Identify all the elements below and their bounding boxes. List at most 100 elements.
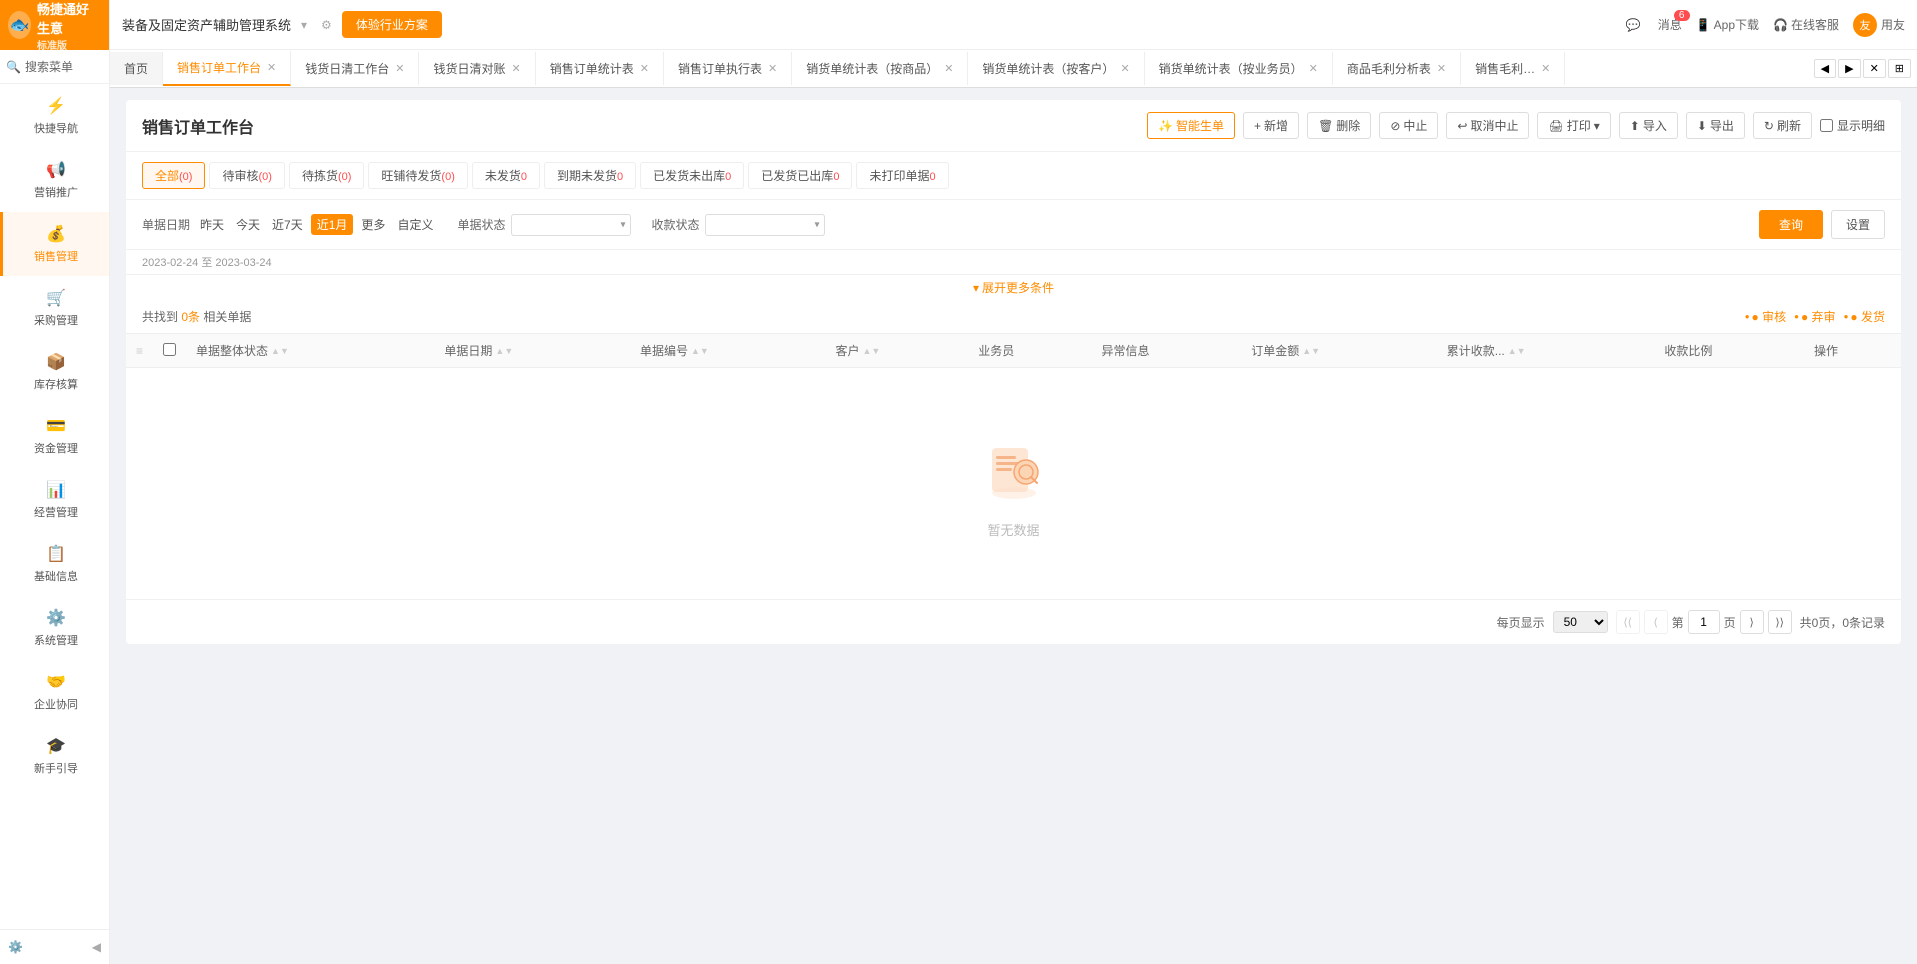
tab-sales-order-close[interactable]: ✕ <box>267 61 276 74</box>
user-menu[interactable]: 友 用友 <box>1853 13 1905 37</box>
page-last-btn[interactable]: ⟩⟩ <box>1768 610 1792 634</box>
sidebar-item-marketing[interactable]: 📢 营销推广 <box>0 148 109 212</box>
tab-sales-summary-staff-close[interactable]: ✕ <box>1309 62 1318 75</box>
setting-btn[interactable]: 设置 <box>1831 210 1885 239</box>
online-service[interactable]: 🎧 在线客服 <box>1773 16 1839 33</box>
expand-conditions-btn[interactable]: ▾ 展开更多条件 <box>973 279 1054 296</box>
th-abnormal[interactable]: 异常信息 <box>1092 334 1242 368</box>
tab-sales-stat-close[interactable]: ✕ <box>640 62 649 75</box>
sidebar-item-sales[interactable]: 💰 销售管理 <box>0 212 109 276</box>
tab-sales-summary-product-close[interactable]: ✕ <box>944 62 953 75</box>
review-action-btn[interactable]: ● 审核 <box>1745 308 1786 325</box>
dropdown-icon[interactable]: ▾ <box>301 18 307 32</box>
tab-sales-profit[interactable]: 销售毛利… ✕ <box>1461 52 1565 85</box>
th-customer[interactable]: 客户▲▼ <box>825 334 968 368</box>
subtab-shipped-no-stock[interactable]: 已发货未出库0 <box>640 162 744 189</box>
sidebar-item-corp[interactable]: 🤝 企业协同 <box>0 660 109 724</box>
tab-cash-reconcile-close[interactable]: ✕ <box>512 62 521 75</box>
tab-fullscreen[interactable]: ⊞ <box>1888 59 1911 78</box>
payment-select[interactable] <box>705 214 825 236</box>
tab-sales-order[interactable]: 销售订单工作台 ✕ <box>163 51 291 86</box>
smart-create-btn[interactable]: ✨ 智能生单 <box>1147 112 1235 139</box>
message-icon-wrap[interactable]: 💬 6 消息 <box>1626 16 1682 33</box>
export-btn[interactable]: ⬇ 导出 <box>1686 112 1745 139</box>
print-btn[interactable]: 🖨 打印 ▾ <box>1537 112 1610 139</box>
sidebar-item-quick-nav[interactable]: ⚡ 快捷导航 <box>0 84 109 148</box>
tab-next[interactable]: ▶ <box>1838 59 1860 78</box>
tab-cash-reconcile[interactable]: 钱货日清对账 ✕ <box>419 52 535 85</box>
tab-close-all[interactable]: ✕ <box>1863 59 1886 78</box>
date-custom[interactable]: 自定义 <box>393 214 437 235</box>
date-more[interactable]: 更多 <box>357 214 389 235</box>
payment-filter-group: 收款状态 <box>651 214 825 236</box>
gear-icon[interactable]: ⚙ <box>321 18 332 32</box>
tab-home[interactable]: 首页 <box>110 52 163 85</box>
delete-btn[interactable]: 🗑 删除 <box>1307 112 1371 139</box>
industry-btn[interactable]: 体验行业方案 <box>342 11 442 38</box>
sidebar-item-finance[interactable]: 💳 资金管理 <box>0 404 109 468</box>
refresh-btn[interactable]: ↻ 刷新 <box>1753 112 1812 139</box>
quick-nav-icon: ⚡ <box>46 96 66 116</box>
th-collected[interactable]: 累计收款...▲▼ <box>1437 334 1655 368</box>
per-page-select[interactable]: 50 10 20 100 <box>1553 611 1608 633</box>
app-download[interactable]: 📱 App下载 <box>1696 16 1759 33</box>
search-menu[interactable]: 🔍 搜索菜单 <box>0 50 109 84</box>
tab-sales-summary-customer[interactable]: 销货单统计表（按客户） ✕ <box>968 52 1144 85</box>
status-select[interactable] <box>511 214 631 236</box>
date-today[interactable]: 今天 <box>232 214 264 235</box>
sidebar-item-purchase[interactable]: 🛒 采购管理 <box>0 276 109 340</box>
filter-bar: 单据日期 昨天 今天 近7天 近1月 更多 自定义 单据状态 <box>126 200 1901 250</box>
date-last7[interactable]: 近7天 <box>268 214 307 235</box>
show-detail-checkbox[interactable] <box>1820 119 1833 132</box>
tab-product-margin-close[interactable]: ✕ <box>1437 62 1446 75</box>
subtab-expired[interactable]: 到期未发货0 <box>544 162 636 189</box>
th-number[interactable]: 单据编号▲▼ <box>630 334 826 368</box>
sidebar-item-basic-info[interactable]: 📋 基础信息 <box>0 532 109 596</box>
tab-sales-exec[interactable]: 销售订单执行表 ✕ <box>664 52 792 85</box>
subtab-pending-inspect[interactable]: 待拣货(0) <box>289 162 364 189</box>
tab-cash-daily[interactable]: 钱货日清工作台 ✕ <box>291 52 419 85</box>
settings-icon[interactable]: ⚙️ <box>8 940 23 954</box>
subtab-all[interactable]: 全部(0) <box>142 162 205 189</box>
subtab-unprinted[interactable]: 未打印单据0 <box>856 162 948 189</box>
page-input[interactable] <box>1688 610 1720 634</box>
th-ratio[interactable]: 收款比例 <box>1654 334 1804 368</box>
th-status[interactable]: 单据整体状态▲▼ <box>186 334 434 368</box>
page-next-btn[interactable]: ⟩ <box>1740 610 1764 634</box>
abandon-action-btn[interactable]: ● 弃审 <box>1794 308 1835 325</box>
show-detail-label[interactable]: 显示明细 <box>1820 117 1885 134</box>
select-all-checkbox[interactable] <box>163 343 176 356</box>
stop-btn[interactable]: ⊘ 中止 <box>1379 112 1438 139</box>
sidebar-item-system[interactable]: ⚙️ 系统管理 <box>0 596 109 660</box>
ship-action-btn[interactable]: ● 发货 <box>1844 308 1885 325</box>
date-yesterday[interactable]: 昨天 <box>196 214 228 235</box>
cancel-stop-btn[interactable]: ↩ 取消中止 <box>1446 112 1529 139</box>
page-first-btn[interactable]: ⟨⟨ <box>1616 610 1640 634</box>
tab-cash-daily-close[interactable]: ✕ <box>395 62 404 75</box>
tab-sales-exec-close[interactable]: ✕ <box>768 62 777 75</box>
subtab-not-shipped[interactable]: 未发货0 <box>472 162 540 189</box>
tab-sales-stat[interactable]: 销售订单统计表 ✕ <box>536 52 664 85</box>
tab-sales-profit-close[interactable]: ✕ <box>1541 62 1550 75</box>
th-amount[interactable]: 订单金额▲▼ <box>1241 334 1437 368</box>
tab-sales-summary-staff[interactable]: 销货单统计表（按业务员） ✕ <box>1145 52 1333 85</box>
tab-sales-summary-product[interactable]: 销货单统计表（按商品） ✕ <box>792 52 968 85</box>
collapse-icon[interactable]: ◀ <box>92 940 101 954</box>
th-staff[interactable]: 业务员 <box>968 334 1091 368</box>
import-btn[interactable]: ⬆ 导入 <box>1619 112 1678 139</box>
page-prev-btn[interactable]: ⟨ <box>1644 610 1668 634</box>
tab-sales-summary-customer-close[interactable]: ✕ <box>1120 62 1129 75</box>
subtab-pending-review[interactable]: 待审核(0) <box>209 162 284 189</box>
tab-prev[interactable]: ◀ <box>1814 59 1836 78</box>
sidebar-item-operations[interactable]: 📊 经营管理 <box>0 468 109 532</box>
sidebar-item-inventory[interactable]: 📦 库存核算 <box>0 340 109 404</box>
sidebar-item-guide[interactable]: 🎓 新手引导 <box>0 724 109 788</box>
query-btn[interactable]: 查询 <box>1759 210 1823 239</box>
subtab-shipped-out-stock[interactable]: 已发货已出库0 <box>748 162 852 189</box>
add-btn[interactable]: + 新增 <box>1243 112 1299 139</box>
th-date[interactable]: 单据日期▲▼ <box>434 334 630 368</box>
subtab-wangpu[interactable]: 旺铺待发货(0) <box>368 162 467 189</box>
date-last1m[interactable]: 近1月 <box>311 214 354 235</box>
th-checkbox[interactable] <box>153 334 186 368</box>
tab-product-margin[interactable]: 商品毛利分析表 ✕ <box>1333 52 1461 85</box>
